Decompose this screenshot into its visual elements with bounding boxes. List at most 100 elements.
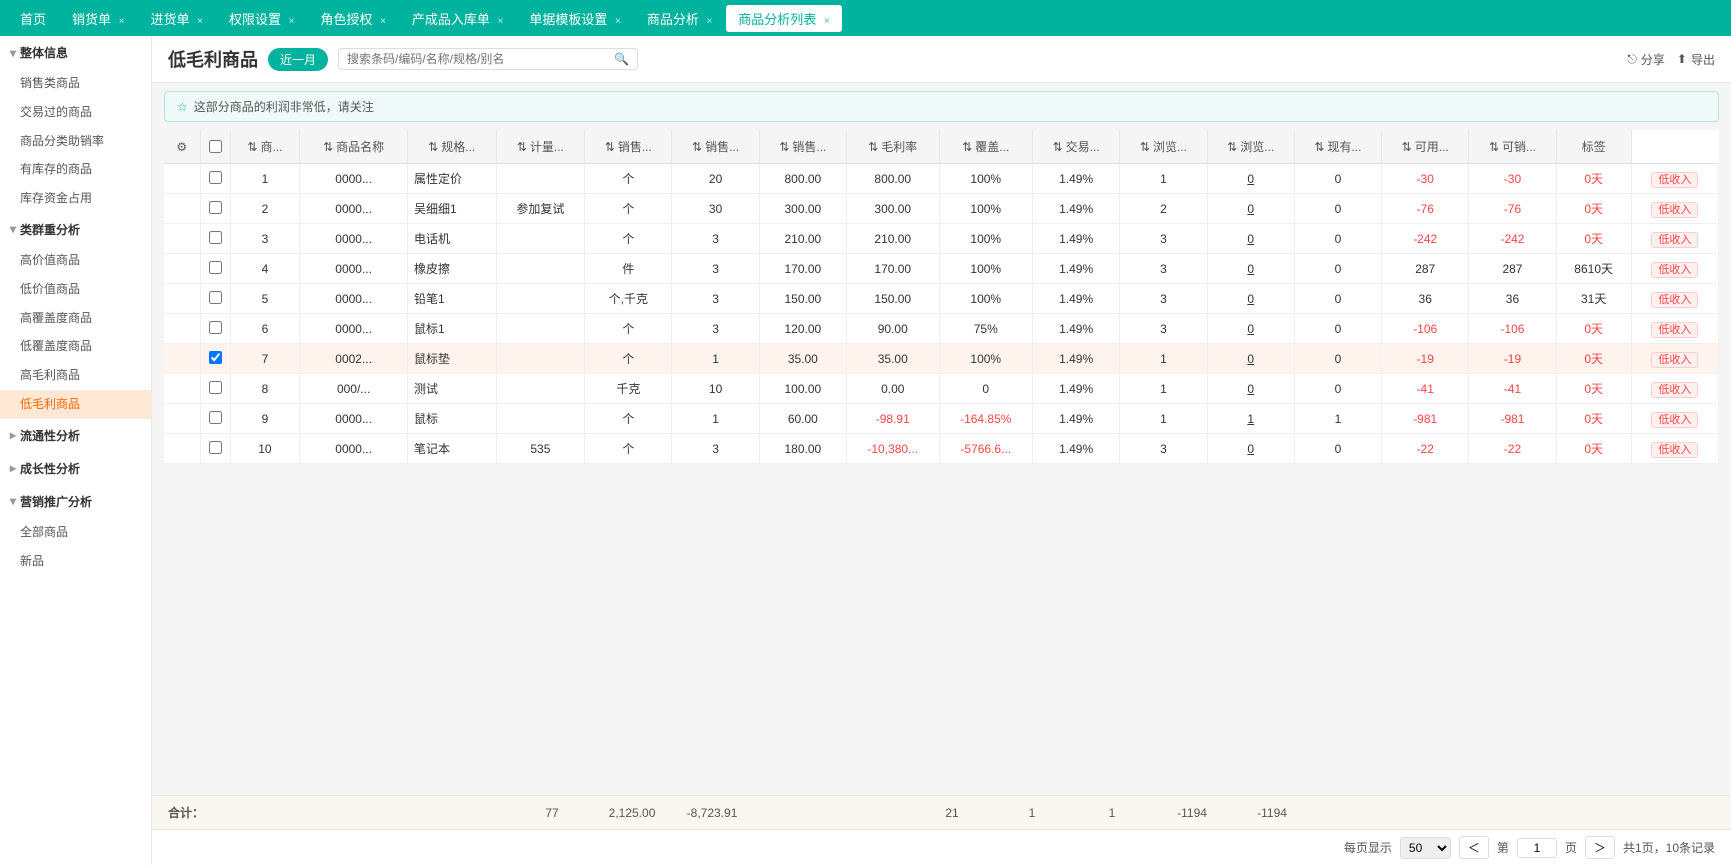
close-template-settings[interactable]: ×	[615, 16, 621, 27]
cell-view1[interactable]: 0	[1207, 344, 1294, 374]
close-purchase-order[interactable]: ×	[197, 16, 203, 27]
sidebar-group-marketing[interactable]: ▾ 营销推广分析	[0, 485, 151, 518]
sidebar-group-flow[interactable]: ▸ 流通性分析	[0, 419, 151, 452]
row-checkbox[interactable]	[209, 231, 222, 244]
col-saleable[interactable]: ⇅ 可销...	[1469, 130, 1556, 164]
col-settings[interactable]: ⚙	[164, 130, 200, 164]
close-analysis-list[interactable]: ×	[824, 16, 830, 27]
row-checkbox[interactable]	[209, 351, 222, 364]
cell-name[interactable]: 鼠标垫	[407, 344, 496, 374]
sidebar-item-category-rate[interactable]: 商品分类助销率	[0, 127, 151, 156]
cell-name[interactable]: 橡皮擦	[407, 254, 496, 284]
cell-checkbox[interactable]	[200, 224, 230, 254]
sidebar-group-cluster[interactable]: ▾ 类群重分析	[0, 213, 151, 246]
nav-permissions[interactable]: 权限设置 ×	[217, 5, 306, 32]
cell-checkbox[interactable]	[200, 314, 230, 344]
row-checkbox[interactable]	[209, 171, 222, 184]
col-name[interactable]: ⇅ 商品名称	[300, 130, 408, 164]
cell-checkbox[interactable]	[200, 254, 230, 284]
nav-product-in[interactable]: 产成品入库单 ×	[400, 5, 515, 32]
col-tag[interactable]: 标签	[1556, 130, 1631, 164]
col-sale-qty[interactable]: ⇅ 销售...	[585, 130, 672, 164]
row-checkbox[interactable]	[209, 291, 222, 304]
row-checkbox[interactable]	[209, 381, 222, 394]
nav-analysis-list[interactable]: 商品分析列表 ×	[726, 5, 841, 32]
page-input[interactable]	[1517, 838, 1557, 858]
sidebar-item-high-value[interactable]: 高价值商品	[0, 246, 151, 275]
nav-purchase-order[interactable]: 进货单 ×	[138, 5, 214, 32]
close-permissions[interactable]: ×	[289, 16, 295, 27]
cell-name[interactable]: 笔记本	[407, 434, 496, 464]
col-sale-price[interactable]: ⇅ 销售...	[672, 130, 759, 164]
row-checkbox[interactable]	[209, 201, 222, 214]
col-coverage[interactable]: ⇅ 覆盖...	[939, 130, 1033, 164]
col-view1[interactable]: ⇅ 浏览...	[1120, 130, 1207, 164]
cell-name[interactable]: 鼠标	[407, 404, 496, 434]
col-unit[interactable]: ⇅ 计量...	[496, 130, 585, 164]
nav-home[interactable]: 首页	[8, 5, 58, 32]
col-sale-amount[interactable]: ⇅ 销售...	[759, 130, 846, 164]
col-view2[interactable]: ⇅ 浏览...	[1207, 130, 1294, 164]
sidebar-item-in-stock[interactable]: 有库存的商品	[0, 155, 151, 184]
settings-icon[interactable]: ⚙	[176, 140, 187, 154]
close-product-analysis[interactable]: ×	[706, 16, 712, 27]
cell-view1[interactable]: 1	[1207, 404, 1294, 434]
cell-checkbox[interactable]	[200, 164, 230, 194]
row-checkbox[interactable]	[209, 321, 222, 334]
cell-view1[interactable]: 0	[1207, 314, 1294, 344]
cell-name[interactable]: 测试	[407, 374, 496, 404]
nav-template-settings[interactable]: 单据模板设置 ×	[517, 5, 632, 32]
cell-view1[interactable]: 0	[1207, 254, 1294, 284]
share-button[interactable]: ⎋ 分享	[1627, 51, 1665, 68]
sidebar-item-low-value[interactable]: 低价值商品	[0, 275, 151, 304]
cell-name[interactable]: 铅笔1	[407, 284, 496, 314]
close-role-auth[interactable]: ×	[380, 16, 386, 27]
sidebar-item-all-products[interactable]: 全部商品	[0, 518, 151, 547]
sidebar-item-capital[interactable]: 库存资金占用	[0, 184, 151, 213]
sidebar-item-high-coverage[interactable]: 高覆盖度商品	[0, 304, 151, 333]
nav-sales-order[interactable]: 销货单 ×	[60, 5, 136, 32]
cell-view1[interactable]: 0	[1207, 224, 1294, 254]
sidebar-item-sales-products[interactable]: 销售类商品	[0, 69, 151, 98]
cell-checkbox[interactable]	[200, 194, 230, 224]
cell-checkbox[interactable]	[200, 284, 230, 314]
cell-view1[interactable]: 0	[1207, 374, 1294, 404]
sidebar-group-growth[interactable]: ▸ 成长性分析	[0, 452, 151, 485]
per-page-select[interactable]: 50 100 200	[1400, 837, 1451, 859]
cell-checkbox[interactable]	[200, 434, 230, 464]
sidebar-item-new-products[interactable]: 新品	[0, 547, 151, 576]
nav-role-auth[interactable]: 角色授权 ×	[308, 5, 397, 32]
cell-checkbox[interactable]	[200, 344, 230, 374]
cell-view1[interactable]: 0	[1207, 194, 1294, 224]
close-sales-order[interactable]: ×	[119, 16, 125, 27]
cell-checkbox[interactable]	[200, 404, 230, 434]
col-available[interactable]: ⇅ 可用...	[1382, 130, 1469, 164]
sidebar-group-overall[interactable]: ▾ 整体信息	[0, 36, 151, 69]
close-product-in[interactable]: ×	[498, 16, 504, 27]
row-checkbox[interactable]	[209, 441, 222, 454]
filter-button[interactable]: 近一月	[268, 48, 328, 71]
export-button[interactable]: ⬆ 导出	[1677, 51, 1715, 68]
cell-view1[interactable]: 0	[1207, 284, 1294, 314]
col-gross-rate[interactable]: ⇅ 毛利率	[846, 130, 939, 164]
search-input[interactable]	[347, 52, 614, 66]
next-page-button[interactable]: ＞	[1585, 836, 1615, 859]
cell-name[interactable]: 属性定价	[407, 164, 496, 194]
sidebar-item-low-margin[interactable]: 低毛利商品	[0, 390, 151, 419]
col-checkbox[interactable]	[200, 130, 230, 164]
cell-checkbox[interactable]	[200, 374, 230, 404]
select-all-checkbox[interactable]	[209, 140, 222, 153]
prev-page-button[interactable]: ＜	[1459, 836, 1489, 859]
row-checkbox[interactable]	[209, 261, 222, 274]
nav-product-analysis[interactable]: 商品分析 ×	[635, 5, 724, 32]
sidebar-item-traded-products[interactable]: 交易过的商品	[0, 98, 151, 127]
sidebar-item-low-coverage[interactable]: 低覆盖度商品	[0, 332, 151, 361]
cell-name[interactable]: 吴细细1	[407, 194, 496, 224]
cell-view1[interactable]: 0	[1207, 434, 1294, 464]
col-spec[interactable]: ⇅ 规格...	[407, 130, 496, 164]
cell-name[interactable]: 电话机	[407, 224, 496, 254]
col-current[interactable]: ⇅ 现有...	[1294, 130, 1381, 164]
cell-name[interactable]: 鼠标1	[407, 314, 496, 344]
search-icon[interactable]: 🔍	[614, 52, 629, 66]
cell-view1[interactable]: 0	[1207, 164, 1294, 194]
